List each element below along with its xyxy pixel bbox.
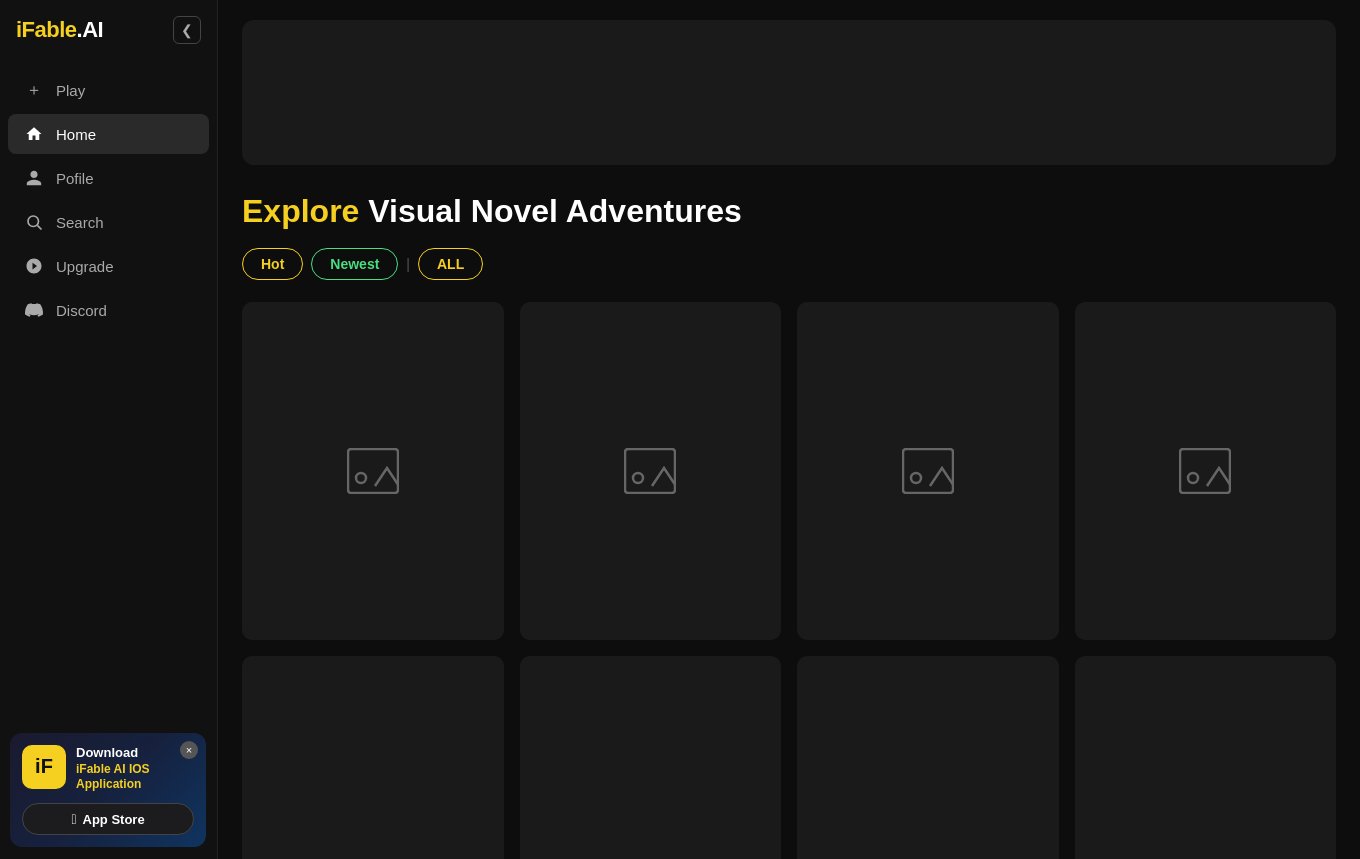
banner-top: iF Download iFable AI IOS Application (22, 745, 194, 793)
plus-icon: ＋ (24, 80, 44, 100)
sidebar-item-upgrade[interactable]: Upgrade (8, 246, 209, 286)
close-icon: × (186, 744, 192, 756)
apple-icon:  (71, 811, 76, 827)
image-placeholder-3 (902, 448, 954, 494)
banner-download-label: Download (76, 745, 194, 760)
explore-heading: Explore Visual Novel Adventures (242, 193, 1336, 230)
svg-point-9 (1188, 473, 1198, 483)
discord-icon (24, 300, 44, 320)
sidebar-item-search-label: Search (56, 214, 104, 231)
svg-point-0 (28, 216, 39, 227)
banner-close-button[interactable]: × (180, 741, 198, 759)
sidebar-item-search[interactable]: Search (8, 202, 209, 242)
novel-card-8[interactable] (1075, 656, 1337, 859)
app-store-button-label: App Store (83, 812, 145, 827)
logo: iFable.AI (16, 17, 103, 43)
filter-divider: | (406, 256, 410, 272)
app-icon: iF (22, 745, 66, 789)
collapse-sidebar-button[interactable]: ❮ (173, 16, 201, 44)
sidebar-item-discord[interactable]: Discord (8, 290, 209, 330)
novel-card-1[interactable] (242, 302, 504, 640)
sidebar-header: iFable.AI ❮ (0, 0, 217, 60)
sidebar-item-play-label: Play (56, 82, 85, 99)
card-grid (242, 302, 1336, 859)
image-placeholder-1 (347, 448, 399, 494)
chevron-left-icon: ❮ (181, 22, 193, 38)
main-content: Explore Visual Novel Adventures Hot Newe… (218, 0, 1360, 859)
hero-banner (242, 20, 1336, 165)
upgrade-icon (24, 256, 44, 276)
sidebar: iFable.AI ❮ ＋ Play Home Pofile (0, 0, 218, 859)
sidebar-item-home[interactable]: Home (8, 114, 209, 154)
banner-app-name: iFable AI IOS Application (76, 762, 194, 793)
novel-card-5[interactable] (242, 656, 504, 859)
explore-white-text: Visual Novel Adventures (359, 193, 741, 229)
filter-newest-button[interactable]: Newest (311, 248, 398, 280)
home-icon (24, 124, 44, 144)
sidebar-item-profile[interactable]: Pofile (8, 158, 209, 198)
sidebar-item-upgrade-label: Upgrade (56, 258, 114, 275)
svg-point-3 (356, 473, 366, 483)
filter-bar: Hot Newest | ALL (242, 248, 1336, 280)
novel-card-2[interactable] (520, 302, 782, 640)
logo-if: iFable (16, 17, 77, 42)
image-placeholder-4 (1179, 448, 1231, 494)
banner-text-block: Download iFable AI IOS Application (76, 745, 194, 793)
sidebar-item-play[interactable]: ＋ Play (8, 70, 209, 110)
novel-card-3[interactable] (797, 302, 1059, 640)
svg-point-5 (633, 473, 643, 483)
app-store-button[interactable]:  App Store (22, 803, 194, 835)
sidebar-item-discord-label: Discord (56, 302, 107, 319)
image-placeholder-2 (624, 448, 676, 494)
filter-hot-button[interactable]: Hot (242, 248, 303, 280)
novel-card-4[interactable] (1075, 302, 1337, 640)
profile-icon (24, 168, 44, 188)
app-store-banner: × iF Download iFable AI IOS Application … (10, 733, 206, 847)
sidebar-item-home-label: Home (56, 126, 96, 143)
sidebar-item-profile-label: Pofile (56, 170, 94, 187)
novel-card-6[interactable] (520, 656, 782, 859)
logo-rest: .AI (77, 17, 104, 42)
svg-line-1 (37, 225, 41, 229)
novel-card-7[interactable] (797, 656, 1059, 859)
search-icon (24, 212, 44, 232)
explore-yellow-text: Explore (242, 193, 359, 229)
filter-all-button[interactable]: ALL (418, 248, 483, 280)
svg-point-7 (911, 473, 921, 483)
